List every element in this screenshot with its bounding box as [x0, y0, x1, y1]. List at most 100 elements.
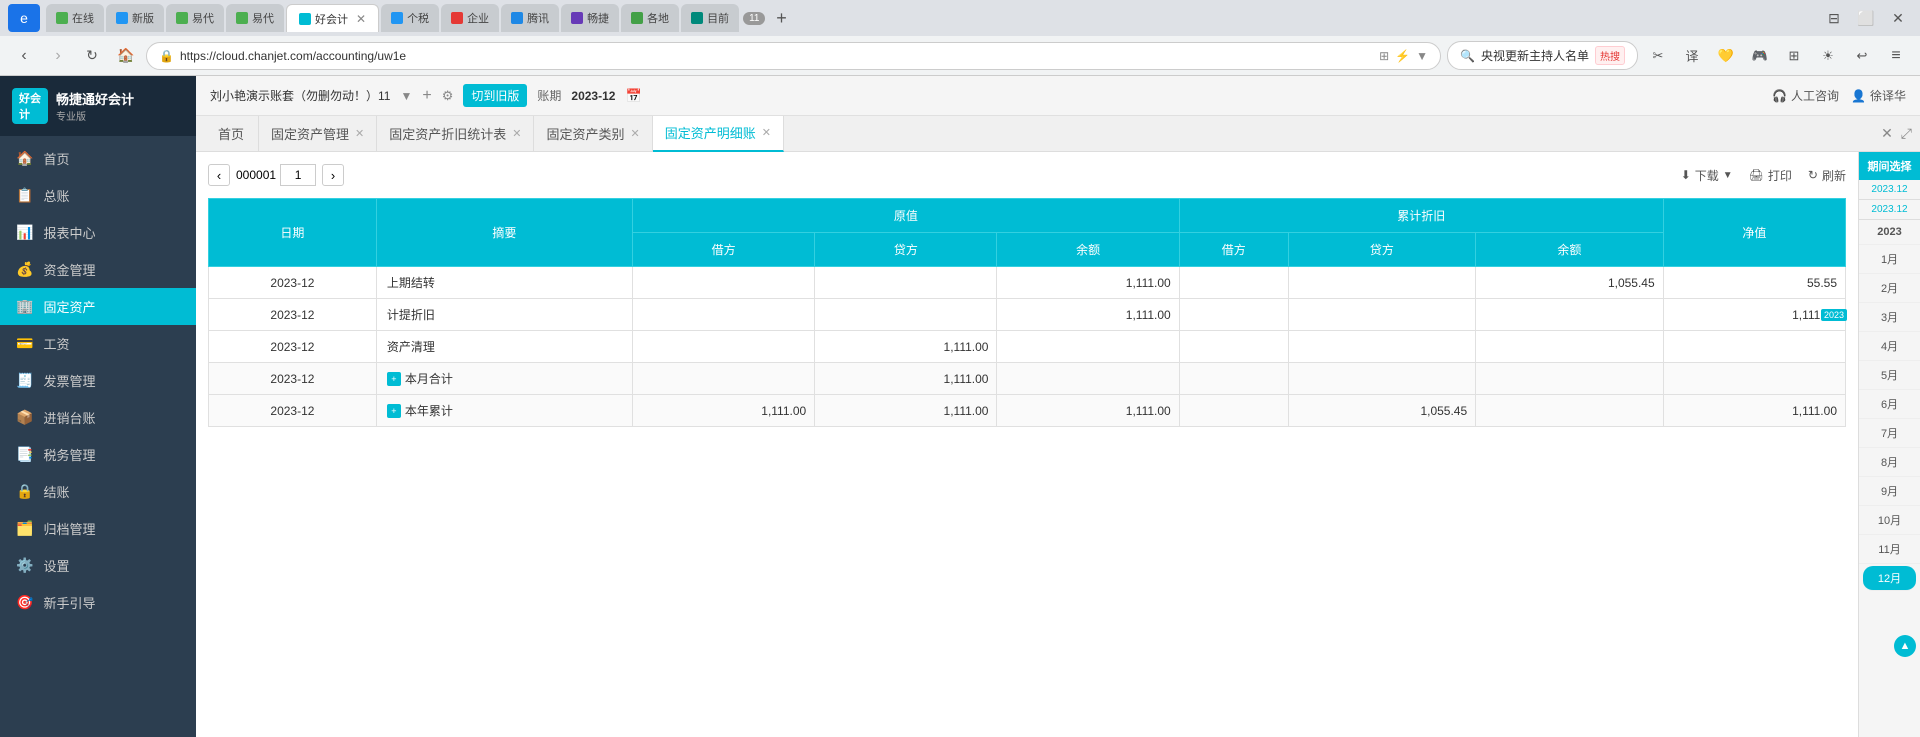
tab-gedi[interactable]: 各地 [621, 4, 679, 32]
nav-item-ledger[interactable]: 📋 总账 [0, 177, 196, 214]
period-month-7[interactable]: 7月 [1859, 419, 1920, 448]
sun-icon[interactable]: ☀ [1814, 42, 1842, 70]
page-input[interactable] [280, 164, 316, 186]
tab-yidai1[interactable]: 易代 [166, 4, 224, 32]
tab-fixed-cat[interactable]: 固定资产类别 ✕ [534, 116, 652, 152]
period-month-12[interactable]: 12月 [1863, 566, 1916, 591]
settings-nav-icon: ⚙️ [16, 557, 33, 574]
new-tab-btn[interactable]: + [767, 4, 795, 32]
window-restore-btn[interactable]: ⊟ [1820, 4, 1848, 32]
nav-item-home[interactable]: 🏠 首页 [0, 140, 196, 177]
scissors-icon[interactable]: ✂ [1644, 42, 1672, 70]
translate-icon[interactable]: 译 [1678, 42, 1706, 70]
tab-yidai2[interactable]: 易代 [226, 4, 284, 32]
home-btn[interactable]: 🏠 [112, 42, 140, 70]
undo-icon[interactable]: ↩ [1848, 42, 1876, 70]
period-month-8[interactable]: 8月 [1859, 448, 1920, 477]
tab-fixed-mgmt[interactable]: 固定资产管理 ✕ [259, 116, 377, 152]
nav-item-settings[interactable]: ⚙️ 设置 [0, 547, 196, 584]
tab-home[interactable]: 首页 [204, 116, 259, 152]
refresh-btn[interactable]: ↻ 刷新 [1808, 167, 1846, 184]
nav-item-invoice[interactable]: 🧾 发票管理 [0, 362, 196, 399]
user-btn[interactable]: 👤 徐译华 [1851, 87, 1906, 104]
nav-item-payroll[interactable]: 💳 工资 [0, 325, 196, 362]
period-month-9[interactable]: 9月 [1859, 477, 1920, 506]
tab-geshui-label: 个税 [407, 10, 429, 26]
fixed-assets-nav-icon: 🏢 [16, 298, 33, 315]
row3-orig-debit [632, 331, 814, 363]
switch-version-btn[interactable]: 切到旧版 [463, 84, 527, 107]
qr-icon[interactable]: ⊞ [1379, 49, 1389, 63]
wallet-icon[interactable]: 💛 [1712, 42, 1740, 70]
tab-fixed-depr[interactable]: 固定资产折旧统计表 ✕ [377, 116, 534, 152]
nav-item-tax[interactable]: 📑 税务管理 [0, 436, 196, 473]
download-btn[interactable]: ⬇ 下载 ▼ [1681, 167, 1733, 184]
window-maximize-btn[interactable]: ⬜ [1852, 4, 1880, 32]
nav-item-guide[interactable]: 🎯 新手引导 [0, 584, 196, 621]
tab-fixed-ledger[interactable]: 固定资产明细账 ✕ [653, 116, 784, 152]
sidebar-nav: 🏠 首页 📋 总账 📊 报表中心 💰 资金管理 🏢 固定资产 💳 工资 [0, 136, 196, 737]
tab-fixed-depr-close[interactable]: ✕ [512, 127, 521, 140]
dropdown-arrow[interactable]: ▼ [400, 89, 412, 103]
download-icon: ⬇ [1681, 168, 1691, 182]
refresh-btn[interactable]: ↻ [78, 42, 106, 70]
refresh-label: 刷新 [1822, 167, 1846, 184]
grid-icon[interactable]: ⊞ [1780, 42, 1808, 70]
period-month-6[interactable]: 6月 [1859, 390, 1920, 419]
tab-changjie[interactable]: 畅捷 [561, 4, 619, 32]
menu-icon[interactable]: ≡ [1882, 42, 1910, 70]
window-close-btn[interactable]: ✕ [1884, 4, 1912, 32]
nav-inventory-label: 进销台账 [43, 408, 95, 427]
tab-haokuaiji-close[interactable]: ✕ [356, 12, 366, 26]
tab-qiye[interactable]: 企业 [441, 4, 499, 32]
forward-btn[interactable]: › [44, 42, 72, 70]
tab-muqian[interactable]: 目前 [681, 4, 739, 32]
row4-orig-debit [632, 363, 814, 395]
period-month-2[interactable]: 2月 [1859, 274, 1920, 303]
panel-close-btn[interactable]: ✕ [1881, 125, 1893, 142]
panel-expand-btn[interactable]: ⤢ [1901, 125, 1912, 142]
tab-tengxun[interactable]: 腾讯 [501, 4, 559, 32]
row2-orig-balance: 1,111.00 [997, 299, 1179, 331]
tab-geshui[interactable]: 个税 [381, 4, 439, 32]
period-month-4[interactable]: 4月 [1859, 332, 1920, 361]
dropdown-icon[interactable]: ▼ [1416, 49, 1428, 63]
tab-fixed-ledger-close[interactable]: ✕ [762, 126, 771, 139]
nav-item-fixed-assets[interactable]: 🏢 固定资产 [0, 288, 196, 325]
prev-page-btn[interactable]: ‹ [208, 164, 230, 186]
search-icon: 🔍 [1460, 49, 1475, 63]
next-page-btn[interactable]: › [322, 164, 344, 186]
tab-haokuaiji[interactable]: 好会计 ✕ [286, 4, 379, 32]
address-input[interactable]: 🔒 https://cloud.chanjet.com/accounting/u… [146, 42, 1441, 70]
row4-orig-balance [997, 363, 1179, 395]
sidebar-logo: 好会计 畅捷通好会计 专业版 [0, 76, 196, 136]
settings-btn[interactable]: ⚙ [442, 88, 454, 104]
nav-item-reports[interactable]: 📊 报表中心 [0, 214, 196, 251]
period-month-3[interactable]: 3月 [1859, 303, 1920, 332]
address-text: https://cloud.chanjet.com/accounting/uw1… [180, 49, 1373, 63]
game-icon[interactable]: 🎮 [1746, 42, 1774, 70]
period-month-1[interactable]: 1月 [1859, 245, 1920, 274]
calendar-icon[interactable]: 📅 [625, 88, 641, 104]
add-company-btn[interactable]: + [422, 87, 431, 105]
period-month-11[interactable]: 11月 [1859, 535, 1920, 564]
tab-xinban-label: 新版 [132, 10, 154, 26]
nav-item-closing[interactable]: 🔒 结账 [0, 473, 196, 510]
tab-zaixin[interactable]: 在线 [46, 4, 104, 32]
tab-xinban[interactable]: 新版 [106, 4, 164, 32]
period-month-10[interactable]: 10月 [1859, 506, 1920, 535]
scroll-up-indicator[interactable]: ▲ [1894, 635, 1916, 657]
support-btn[interactable]: 🎧 人工咨询 [1772, 87, 1839, 104]
tab-fixed-mgmt-close[interactable]: ✕ [355, 127, 364, 140]
period-month-5[interactable]: 5月 [1859, 361, 1920, 390]
back-btn[interactable]: ‹ [10, 42, 38, 70]
app-container: 好会计 畅捷通好会计 专业版 🏠 首页 📋 总账 📊 报表中心 💰 资金管理 [0, 76, 1920, 737]
nav-item-funds[interactable]: 💰 资金管理 [0, 251, 196, 288]
nav-item-inventory[interactable]: 📦 进销台账 [0, 399, 196, 436]
nav-item-archive[interactable]: 🗂️ 归档管理 [0, 510, 196, 547]
tab-fixed-ledger-label: 固定资产明细账 [665, 123, 756, 142]
tab-fixed-cat-close[interactable]: ✕ [631, 127, 640, 140]
company-name: 刘小艳演示账套（勿删勿动！）11 [210, 87, 390, 104]
lightning-icon[interactable]: ⚡ [1395, 49, 1410, 63]
print-btn[interactable]: 🖨 打印 [1749, 167, 1792, 184]
